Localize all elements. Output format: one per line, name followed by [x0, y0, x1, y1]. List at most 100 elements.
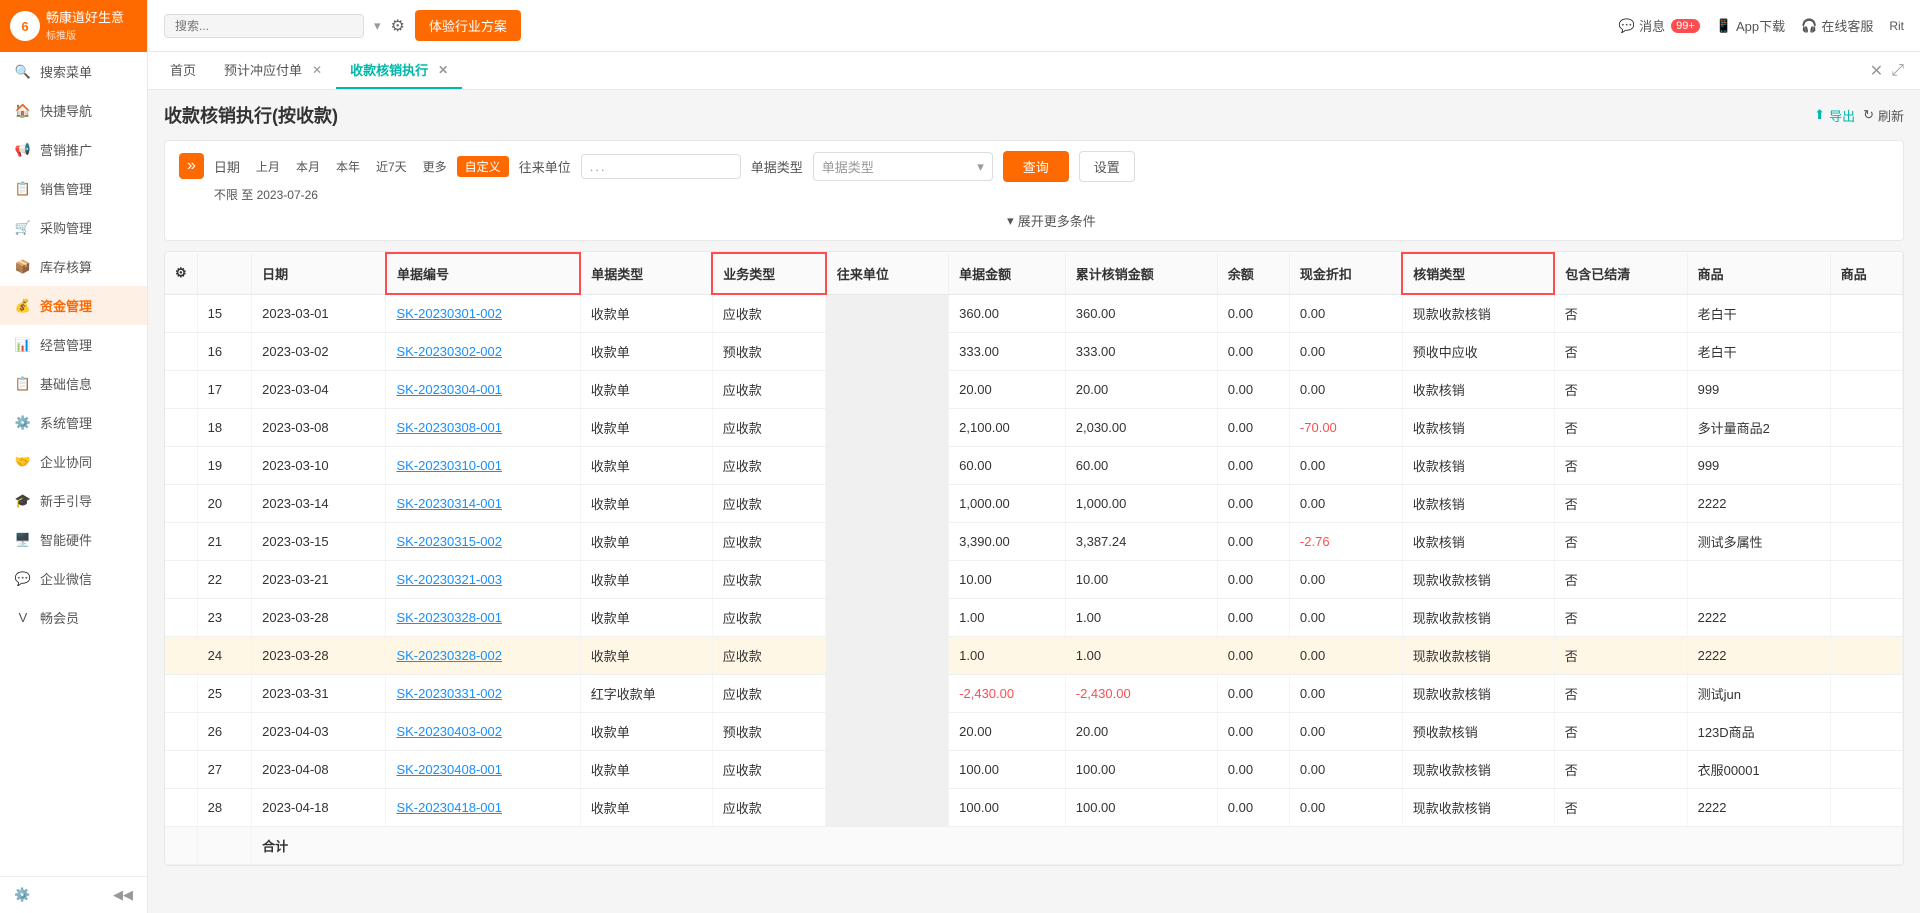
tab-home[interactable]: 首页	[156, 52, 210, 89]
th-amount[interactable]: 单据金额	[949, 253, 1066, 294]
filter-query-button[interactable]: 查询	[1003, 151, 1069, 182]
filter-date-custom[interactable]: 自定义	[457, 156, 509, 177]
filter-partner-input[interactable]: ...	[581, 154, 741, 179]
filter-date-this-month[interactable]: 本月	[290, 156, 326, 177]
export-button[interactable]: ⬆ 导出	[1814, 106, 1855, 125]
th-doc-no[interactable]: 单据编号	[386, 253, 580, 294]
cell-biz-type: 应收款	[712, 561, 826, 599]
filter-settings-button[interactable]: 设置	[1079, 151, 1135, 182]
cell-doc-no[interactable]: SK-20230302-002	[386, 333, 580, 371]
topbar-online-service[interactable]: 🎧 在线客服	[1801, 16, 1873, 35]
cell-gear[interactable]	[165, 789, 197, 827]
filter-date-more[interactable]: 更多	[417, 156, 453, 177]
sidebar-item-inventory[interactable]: 📦 库存核算	[0, 247, 147, 286]
cell-gear[interactable]	[165, 675, 197, 713]
table-row: 21 2023-03-15 SK-20230315-002 收款单 应收款 3,…	[165, 523, 1903, 561]
sidebar-item-sales[interactable]: 📋 销售管理	[0, 169, 147, 208]
cell-gear[interactable]	[165, 637, 197, 675]
filter-toggle-button[interactable]: »	[179, 153, 204, 179]
sidebar-item-operation[interactable]: 📊 经营管理	[0, 325, 147, 364]
cell-gear[interactable]	[165, 599, 197, 637]
topbar-dropdown-arrow[interactable]: ▾	[374, 18, 381, 34]
cell-doc-no[interactable]: SK-20230310-001	[386, 447, 580, 485]
filter-date-last-month[interactable]: 上月	[250, 156, 286, 177]
cell-doc-no[interactable]: SK-20230301-002	[386, 294, 580, 333]
th-doc-type[interactable]: 单据类型	[580, 253, 712, 294]
filter-date-this-year[interactable]: 本年	[330, 156, 366, 177]
tab-payable-close[interactable]: ✕	[312, 63, 322, 77]
table-row: 20 2023-03-14 SK-20230314-001 收款单 应收款 1,…	[165, 485, 1903, 523]
cell-gear[interactable]	[165, 561, 197, 599]
tab-collection[interactable]: 收款核销执行 ✕	[336, 52, 462, 89]
topbar-messages[interactable]: 💬 消息 99+	[1619, 16, 1700, 35]
refresh-button[interactable]: ↻ 刷新	[1863, 106, 1904, 125]
th-goods[interactable]: 商品	[1687, 253, 1830, 294]
tab-close-all-icon[interactable]: ✕	[1870, 61, 1883, 81]
cell-doc-no[interactable]: SK-20230321-003	[386, 561, 580, 599]
table-row: 15 2023-03-01 SK-20230301-002 收款单 应收款 36…	[165, 294, 1903, 333]
cell-doc-no[interactable]: SK-20230418-001	[386, 789, 580, 827]
cell-doc-no[interactable]: SK-20230304-001	[386, 371, 580, 409]
cell-doc-no[interactable]: SK-20230315-002	[386, 523, 580, 561]
sidebar-item-marketing[interactable]: 📢 营销推广	[0, 130, 147, 169]
sidebar-item-basic[interactable]: 📋 基础信息	[0, 364, 147, 403]
cell-gear[interactable]	[165, 371, 197, 409]
sidebar-item-hardware[interactable]: 🖥️ 智能硬件	[0, 520, 147, 559]
th-verified[interactable]: 累计核销金额	[1065, 253, 1217, 294]
cell-doc-no[interactable]: SK-20230331-002	[386, 675, 580, 713]
sidebar-item-guide[interactable]: 🎓 新手引导	[0, 481, 147, 520]
sidebar-collapse-icon[interactable]: ◀◀	[113, 887, 133, 903]
topbar-user-label[interactable]: Rit	[1889, 19, 1904, 33]
sidebar-item-quick-nav[interactable]: 🏠 快捷导航	[0, 91, 147, 130]
tab-payable[interactable]: 预计冲应付单 ✕	[210, 52, 336, 89]
cell-gear[interactable]	[165, 447, 197, 485]
sidebar-item-wechat[interactable]: 💬 企业微信	[0, 559, 147, 598]
cell-doc-no[interactable]: SK-20230403-002	[386, 713, 580, 751]
th-balance[interactable]: 余额	[1217, 253, 1289, 294]
tab-collection-close[interactable]: ✕	[438, 63, 448, 77]
sidebar-item-system[interactable]: ⚙️ 系统管理	[0, 403, 147, 442]
cell-gear[interactable]	[165, 409, 197, 447]
th-partner[interactable]: 往来单位	[826, 253, 949, 294]
search-icon: 🔍	[14, 63, 32, 81]
cell-doc-no[interactable]: SK-20230408-001	[386, 751, 580, 789]
tab-expand-icon[interactable]: ⤢	[1891, 62, 1904, 80]
cell-gear[interactable]	[165, 333, 197, 371]
th-gear[interactable]: ⚙	[165, 253, 197, 294]
cell-gear[interactable]	[165, 713, 197, 751]
filter-expand-button[interactable]: ▾ 展开更多条件	[1007, 211, 1096, 230]
topbar-gear-icon[interactable]: ⚙	[391, 16, 405, 36]
cell-gear[interactable]	[165, 294, 197, 333]
th-discount[interactable]: 现金折扣	[1289, 253, 1402, 294]
cell-verify-type: 收款核销	[1402, 371, 1554, 409]
filter-doc-type-select[interactable]: 单据类型 ▾	[813, 152, 993, 181]
sidebar-item-finance[interactable]: 💰 资金管理	[0, 286, 147, 325]
cell-doc-no[interactable]: SK-20230314-001	[386, 485, 580, 523]
cell-gear[interactable]	[165, 751, 197, 789]
chevron-down-icon: ▾	[977, 159, 984, 175]
sidebar-item-search-menu[interactable]: 🔍 搜索菜单	[0, 52, 147, 91]
th-biz-type[interactable]: 业务类型	[712, 253, 826, 294]
topbar-industry-button[interactable]: 体验行业方案	[415, 10, 521, 41]
sidebar-settings-icon[interactable]: ⚙️	[14, 887, 30, 903]
th-include-settled[interactable]: 包含已结清	[1554, 253, 1687, 294]
th-verify-type[interactable]: 核销类型	[1402, 253, 1554, 294]
th-date[interactable]: 日期	[252, 253, 386, 294]
cell-gear[interactable]	[165, 485, 197, 523]
th-goods2[interactable]: 商品	[1830, 253, 1902, 294]
topbar-search-input[interactable]	[164, 14, 364, 38]
cell-doc-no[interactable]: SK-20230308-001	[386, 409, 580, 447]
export-icon: ⬆	[1814, 107, 1825, 123]
topbar-app-download[interactable]: 📱 App下载	[1716, 16, 1785, 35]
cell-doc-no[interactable]: SK-20230328-001	[386, 599, 580, 637]
sidebar-item-vip[interactable]: V 畅会员	[0, 598, 147, 637]
cell-balance: 0.00	[1217, 523, 1289, 561]
summary-row: 合计	[165, 827, 1903, 865]
sidebar-item-purchase[interactable]: 🛒 采购管理	[0, 208, 147, 247]
cell-seq: 28	[197, 789, 251, 827]
cell-doc-no[interactable]: SK-20230328-002	[386, 637, 580, 675]
sidebar-item-enterprise[interactable]: 🤝 企业协同	[0, 442, 147, 481]
filter-date-7days[interactable]: 近7天	[370, 156, 413, 177]
cell-gear[interactable]	[165, 523, 197, 561]
cell-date: 2023-03-01	[252, 294, 386, 333]
